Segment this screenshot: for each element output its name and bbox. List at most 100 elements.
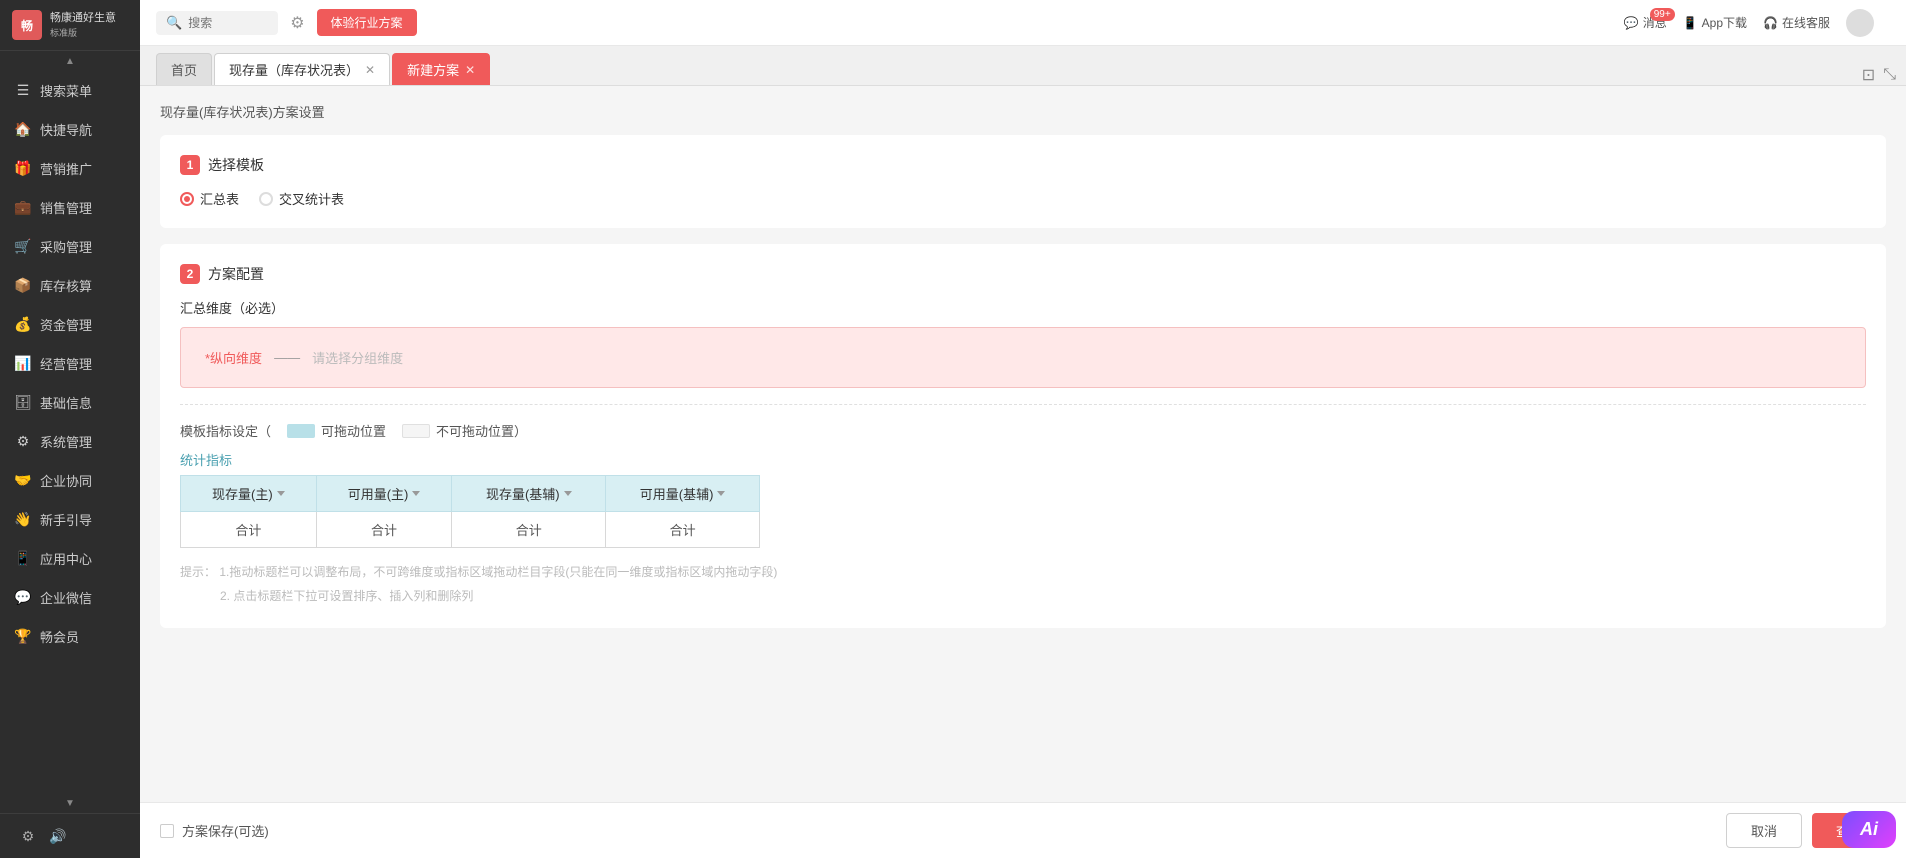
table-row-1: 合计 合计 合计 合计 bbox=[181, 512, 760, 548]
radio-cross-circle bbox=[259, 192, 273, 206]
wechat-icon: 💬 bbox=[14, 589, 32, 607]
sidebar-nav: ☰ 搜索菜单 🏠 快捷导航 🎁 营销推广 💼 销售管理 🛒 采购管理 📦 库存核… bbox=[0, 71, 140, 793]
tip-1: 提示： 1.拖动标题栏可以调整布局，不可跨维度或指标区域拖动栏目字段(只能在同一… bbox=[180, 560, 1866, 584]
tab-new-scheme-close-icon[interactable]: ✕ bbox=[465, 64, 475, 76]
col1-chevron-icon bbox=[277, 491, 285, 496]
section-divider-1 bbox=[180, 404, 1866, 405]
app-download-btn[interactable]: 📱 App下载 bbox=[1683, 14, 1747, 31]
radio-summary-table[interactable]: 汇总表 bbox=[180, 189, 239, 208]
sidebar-item-management[interactable]: 📊 经营管理 bbox=[0, 344, 140, 383]
step2-card: 2 方案配置 汇总维度（必选） *纵向维度 —— 请选择分组维度 模板指标设定（ bbox=[160, 244, 1886, 628]
col3-chevron-icon bbox=[564, 491, 572, 496]
sidebar-item-vip[interactable]: 🏆 畅会员 bbox=[0, 617, 140, 656]
customer-service-btn[interactable]: 🎧 在线客服 bbox=[1763, 14, 1830, 31]
col-header-1[interactable]: 现存量(主) bbox=[181, 476, 317, 512]
draggable-legend: 可拖动位置 bbox=[287, 421, 386, 440]
tab-inventory-close-icon[interactable]: ✕ bbox=[365, 64, 375, 76]
sidebar-item-basic-info[interactable]: 🗄 基础信息 bbox=[0, 383, 140, 422]
topbar: 🔍 ⚙ 体验行业方案 💬 消息 99+ 📱 App下载 🎧 在线客服 bbox=[140, 0, 1906, 46]
basic-info-icon: 🗄 bbox=[14, 394, 32, 412]
message-icon: 💬 bbox=[1624, 16, 1639, 30]
page-title: 现存量(库存状况表)方案设置 bbox=[160, 102, 1886, 121]
stats-section-label: 统计指标 bbox=[180, 450, 1866, 469]
tab-bar-right: ⊡ ⤡ bbox=[1862, 65, 1906, 85]
sidebar-scroll-down[interactable]: ▼ bbox=[0, 793, 140, 813]
cell-1-2: 合计 bbox=[316, 512, 452, 548]
vertical-dimension-box[interactable]: *纵向维度 —— 请选择分组维度 bbox=[180, 327, 1866, 388]
ai-badge[interactable]: Ai bbox=[1842, 811, 1896, 848]
sidebar-item-system[interactable]: ⚙ 系统管理 bbox=[0, 422, 140, 461]
tab-home[interactable]: 首页 bbox=[156, 53, 212, 85]
trial-btn[interactable]: 体验行业方案 bbox=[317, 9, 417, 36]
main-area: 🔍 ⚙ 体验行业方案 💬 消息 99+ 📱 App下载 🎧 在线客服 bbox=[140, 0, 1906, 858]
topbar-search-box[interactable]: 🔍 bbox=[156, 11, 278, 35]
save-scheme-checkbox[interactable] bbox=[160, 824, 174, 838]
tip-2: 2. 点击标题栏下拉可设置排序、插入列和删除列 bbox=[180, 584, 1866, 608]
settings-bottom-btn[interactable]: ⚙ bbox=[14, 822, 42, 850]
management-icon: 📊 bbox=[14, 355, 32, 373]
marketing-icon: 🎁 bbox=[14, 160, 32, 178]
summary-dimension-label: 汇总维度（必选） bbox=[180, 298, 1866, 317]
step1-label: 1 选择模板 bbox=[180, 155, 1866, 175]
topbar-right: 💬 消息 99+ 📱 App下载 🎧 在线客服 bbox=[1624, 9, 1890, 37]
cell-1-3: 合计 bbox=[452, 512, 606, 548]
draggable-legend-box bbox=[287, 424, 315, 438]
sidebar: 畅 畅康通好生意 标准版 ▲ ☰ 搜索菜单 🏠 快捷导航 🎁 营销推广 💼 销售… bbox=[0, 0, 140, 858]
sidebar-item-quick-nav[interactable]: 🏠 快捷导航 bbox=[0, 110, 140, 149]
home-icon: 🏠 bbox=[14, 121, 32, 139]
sidebar-item-appstore[interactable]: 📱 应用中心 bbox=[0, 539, 140, 578]
radio-cross-table[interactable]: 交叉统计表 bbox=[259, 189, 344, 208]
sidebar-item-marketing[interactable]: 🎁 营销推广 bbox=[0, 149, 140, 188]
download-icon: 📱 bbox=[1683, 16, 1698, 30]
sidebar-bottom: ⚙ 🔊 bbox=[0, 813, 140, 858]
non-draggable-legend-box bbox=[402, 424, 430, 438]
sidebar-scroll-up[interactable]: ▲ bbox=[0, 51, 140, 71]
step1-card: 1 选择模板 汇总表 交叉统计表 bbox=[160, 135, 1886, 228]
user-avatar[interactable] bbox=[1846, 9, 1874, 37]
headset-icon: 🎧 bbox=[1763, 16, 1778, 30]
message-btn[interactable]: 💬 消息 99+ bbox=[1624, 14, 1667, 31]
sidebar-item-enterprise[interactable]: 🤝 企业协同 bbox=[0, 461, 140, 500]
tab-inventory-status[interactable]: 现存量（库存状况表） ✕ bbox=[214, 53, 390, 85]
sidebar-item-finance[interactable]: 💰 资金管理 bbox=[0, 305, 140, 344]
gear-icon[interactable]: ⚙ bbox=[290, 13, 304, 33]
sidebar-item-inventory[interactable]: 📦 库存核算 bbox=[0, 266, 140, 305]
sidebar-logo: 畅 畅康通好生意 标准版 bbox=[0, 0, 140, 51]
sound-bottom-btn[interactable]: 🔊 bbox=[44, 822, 72, 850]
tab-expand-icon[interactable]: ⤡ bbox=[1883, 66, 1896, 84]
inventory-icon: 📦 bbox=[14, 277, 32, 295]
logo-icon: 畅 bbox=[12, 10, 42, 40]
cancel-button[interactable]: 取消 bbox=[1726, 813, 1802, 848]
appstore-icon: 📱 bbox=[14, 550, 32, 568]
content-area: 现存量(库存状况表)方案设置 1 选择模板 汇总表 交叉统计表 2 bbox=[140, 86, 1906, 802]
sales-icon: 💼 bbox=[14, 199, 32, 217]
footer-left: 方案保存(可选) bbox=[160, 821, 269, 840]
tab-minimize-icon[interactable]: ⊡ bbox=[1862, 65, 1875, 85]
sidebar-item-sales[interactable]: 💼 销售管理 bbox=[0, 188, 140, 227]
tips-section: 提示： 1.拖动标题栏可以调整布局，不可跨维度或指标区域拖动栏目字段(只能在同一… bbox=[180, 560, 1866, 608]
col-header-4[interactable]: 可用量(基辅) bbox=[606, 476, 760, 512]
indicator-label-row: 模板指标设定（ 可拖动位置 不可拖动位置） bbox=[180, 421, 1866, 440]
sidebar-item-wechat[interactable]: 💬 企业微信 bbox=[0, 578, 140, 617]
sidebar-item-search[interactable]: ☰ 搜索菜单 bbox=[0, 71, 140, 110]
search-input[interactable] bbox=[188, 16, 268, 30]
col-header-3[interactable]: 现存量(基辅) bbox=[452, 476, 606, 512]
sidebar-item-purchase[interactable]: 🛒 采购管理 bbox=[0, 227, 140, 266]
step2-label: 2 方案配置 bbox=[180, 264, 1866, 284]
search-menu-icon: ☰ bbox=[14, 82, 32, 100]
col-header-2[interactable]: 可用量(主) bbox=[316, 476, 452, 512]
guide-icon: 👋 bbox=[14, 511, 32, 529]
indicator-section: 模板指标设定（ 可拖动位置 不可拖动位置） 统计指标 bbox=[180, 421, 1866, 608]
vip-icon: 🏆 bbox=[14, 628, 32, 646]
tab-new-scheme[interactable]: 新建方案 ✕ bbox=[392, 53, 490, 85]
logo-text: 畅康通好生意 标准版 bbox=[50, 11, 116, 39]
system-icon: ⚙ bbox=[14, 433, 32, 451]
non-draggable-legend: 不可拖动位置） bbox=[402, 421, 527, 440]
cell-1-4: 合计 bbox=[606, 512, 760, 548]
purchase-icon: 🛒 bbox=[14, 238, 32, 256]
col4-chevron-icon bbox=[717, 491, 725, 496]
sidebar-item-guide[interactable]: 👋 新手引导 bbox=[0, 500, 140, 539]
col2-chevron-icon bbox=[412, 491, 420, 496]
template-radio-group: 汇总表 交叉统计表 bbox=[180, 189, 1866, 208]
stats-table: 现存量(主) 可用量(主) bbox=[180, 475, 760, 548]
